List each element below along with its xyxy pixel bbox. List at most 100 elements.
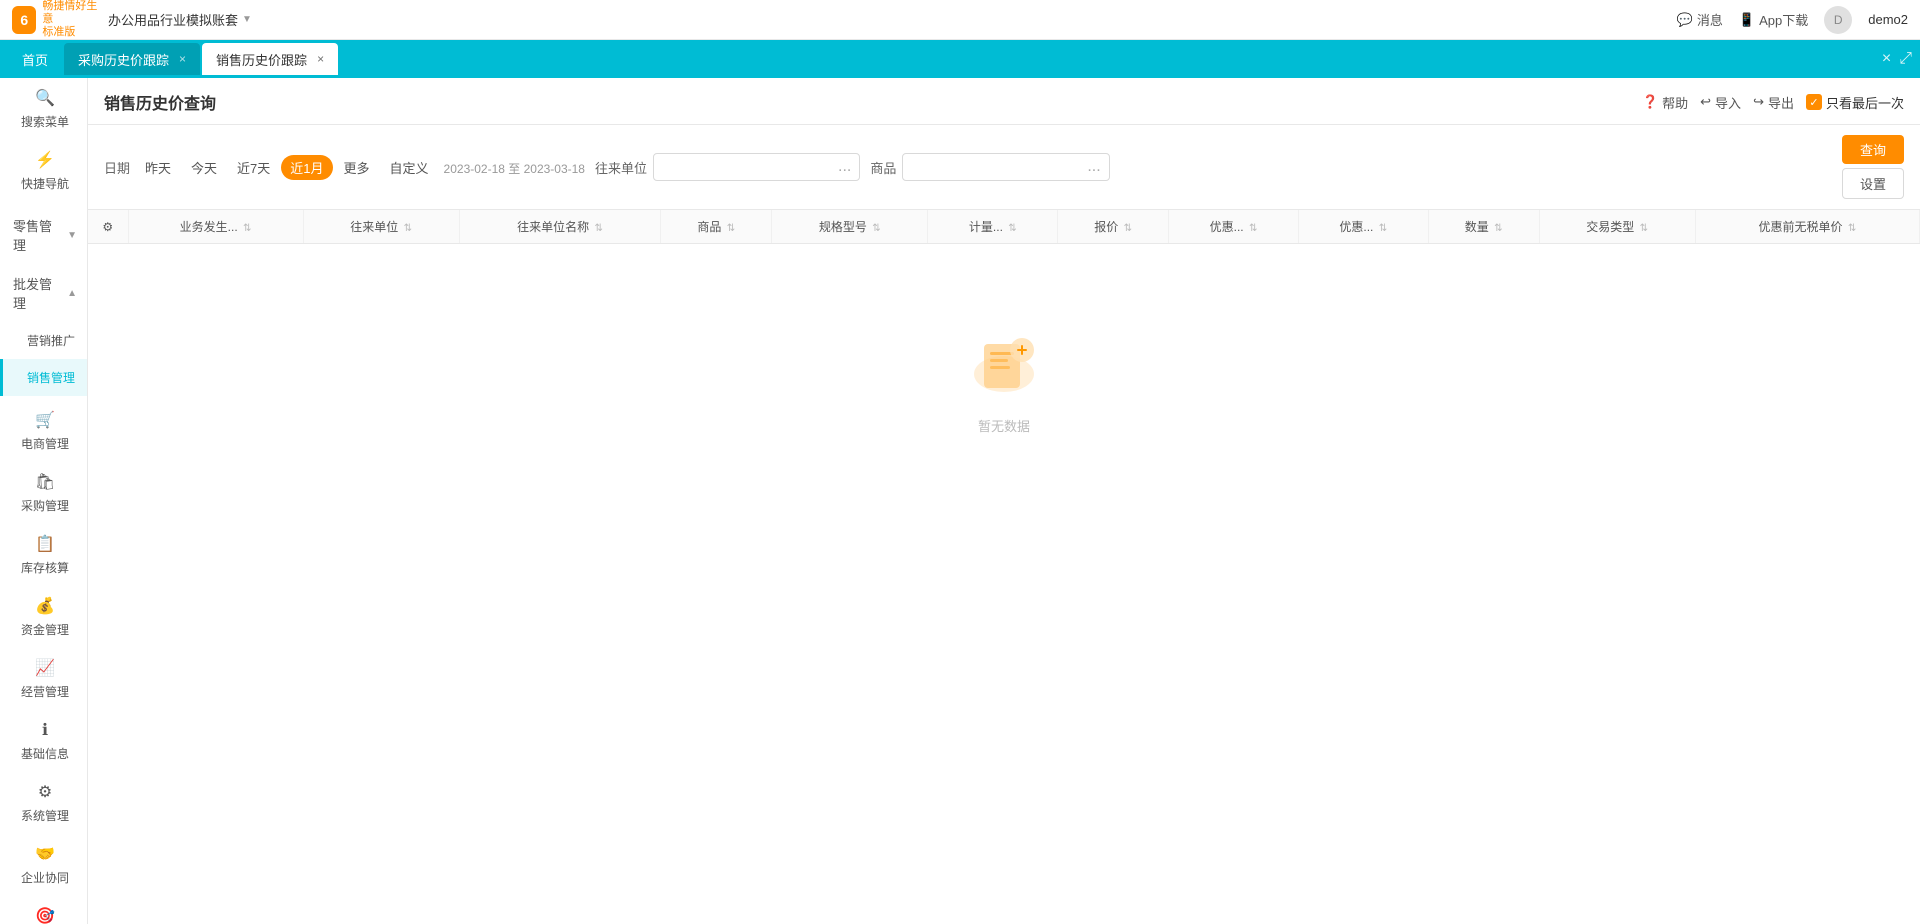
finance-icon: 💰 [35,596,55,616]
product-dots-icon[interactable]: ... [1087,158,1100,176]
import-btn[interactable]: ↩ 导入 [1700,93,1741,112]
sidebar-item-purchase[interactable]: 🛍 采购管理 [0,462,87,524]
sidebar: 🔍 搜索菜单 ⚡ 快捷导航 零售管理 ▼ 批发管理 ▲ 营销推广 销售管理 🛒 … [0,78,88,924]
date-btn-yesterday[interactable]: 昨天 [136,155,180,180]
date-btn-last7days[interactable]: 近7天 [228,155,279,180]
th-quoted-price[interactable]: 报价 ⇅ [1058,210,1169,244]
date-btn-custom[interactable]: 自定义 [381,155,438,180]
product-input[interactable] [911,160,1087,175]
app-selector-arrow-icon: ▼ [242,14,252,25]
th-spec[interactable]: 规格型号 ⇅ [772,210,928,244]
sidebar-item-retail-mgmt[interactable]: 零售管理 ▼ [0,206,87,264]
sort-discount2-icon: ⇅ [1379,223,1387,234]
empty-text: 暂无数据 [978,416,1030,435]
sidebar-item-ecommerce[interactable]: 🛒 电商管理 [0,400,87,462]
logo-area: 6 畅捷情好生意 标准版 [12,0,100,39]
sidebar-item-marketing[interactable]: 营销推广 [0,322,87,359]
sidebar-item-wholesale-mgmt[interactable]: 批发管理 ▲ [0,264,87,322]
th-pretax-price[interactable]: 优惠前无税单价 ⇅ [1695,210,1919,244]
sort-partner-name-icon: ⇅ [595,223,603,234]
app-download-icon: 📱 [1739,12,1755,28]
app-selector[interactable]: 办公用品行业模拟账套 ▼ [108,10,1669,29]
export-btn[interactable]: ↪ 导出 [1753,93,1794,112]
guide-icon: 🎯 [35,906,55,924]
tab-bar: 首页 采购历史价跟踪 × 销售历史价跟踪 × × ⤢ [0,40,1920,78]
th-tx-type[interactable]: 交易类型 ⇅ [1539,210,1695,244]
sort-pretax-price-icon: ⇅ [1848,223,1856,234]
sidebar-item-sales-mgmt[interactable]: 销售管理 [0,359,87,396]
partner-input[interactable] [662,160,838,175]
empty-state: 暂无数据 [88,244,1920,515]
th-gear[interactable]: ⚙ [88,210,128,244]
help-btn[interactable]: ❓ 帮助 [1642,93,1688,112]
sort-qty-icon: ⇅ [1494,223,1502,234]
query-button[interactable]: 查询 [1842,135,1904,164]
wholesale-mgmt-arrow-icon: ▲ [67,288,77,299]
empty-illustration [964,324,1044,404]
date-buttons: 昨天 今天 近7天 近1月 更多 自定义 [136,155,438,180]
app-download-btn[interactable]: 📱 App下载 [1739,10,1808,29]
tab-purchase-history[interactable]: 采购历史价跟踪 × [64,43,200,75]
only-last-checkbox[interactable]: ✓ [1806,94,1822,110]
sort-discount1-icon: ⇅ [1249,223,1257,234]
date-filter-label: 日期 [104,158,130,177]
page-title-row: 销售历史价查询 ❓ 帮助 ↩ 导入 ↪ 导出 ✓ [104,90,1904,114]
logo-text: 畅捷情好生意 标准版 [42,0,100,39]
content-area: 销售历史价查询 ❓ 帮助 ↩ 导入 ↪ 导出 ✓ [88,78,1920,924]
top-right-actions: 💬 消息 📱 App下载 D demo2 [1677,6,1908,34]
partner-dots-icon[interactable]: ... [838,158,851,176]
enterprise-icon: 🤝 [35,844,55,864]
tab-sales-history[interactable]: 销售历史价跟踪 × [202,43,338,75]
sidebar-item-inventory[interactable]: 📋 库存核算 [0,524,87,586]
sidebar-item-basic-info[interactable]: ℹ 基础信息 [0,710,87,772]
date-btn-more[interactable]: 更多 [335,155,379,180]
table-header-row: ⚙ 业务发生... ⇅ 往来单位 ⇅ 往来单位名称 ⇅ [88,210,1920,244]
th-partner-code[interactable]: 往来单位 ⇅ [303,210,459,244]
export-icon: ↪ [1753,94,1764,110]
sidebar-item-quick-nav[interactable]: ⚡ 快捷导航 [0,140,87,202]
tab-bar-right: × ⤢ [1882,50,1912,68]
help-icon: ❓ [1642,94,1658,110]
retail-mgmt-arrow-icon: ▼ [67,230,77,241]
sidebar-item-finance[interactable]: 💰 资金管理 [0,586,87,648]
only-last-checkbox-label[interactable]: ✓ 只看最后一次 [1806,93,1904,112]
purchase-icon: 🛍 [35,472,55,492]
partner-filter-group: 往来单位 ... [595,153,860,181]
sidebar-item-guide[interactable]: 🎯 新手引导 [0,896,87,924]
th-qty[interactable]: 数量 ⇅ [1428,210,1539,244]
operations-icon: 📈 [35,658,55,678]
sort-tx-type-icon: ⇅ [1640,223,1648,234]
sidebar-item-system[interactable]: ⚙ 系统管理 [0,772,87,834]
sort-product-icon: ⇅ [727,223,735,234]
data-table: ⚙ 业务发生... ⇅ 往来单位 ⇅ 往来单位名称 ⇅ [88,210,1920,244]
th-discount1[interactable]: 优惠... ⇅ [1169,210,1299,244]
message-icon: 💬 [1677,12,1693,28]
tab-close-all-icon[interactable]: × [1882,50,1891,68]
tab-purchase-history-close-icon[interactable]: × [179,52,186,66]
date-btn-today[interactable]: 今天 [182,155,226,180]
user-name[interactable]: demo2 [1868,12,1908,27]
filter-actions: 查询 设置 [1842,135,1904,199]
settings-button[interactable]: 设置 [1842,168,1904,199]
th-discount2[interactable]: 优惠... ⇅ [1298,210,1428,244]
tab-expand-icon[interactable]: ⤢ [1899,50,1912,68]
search-menu-icon: 🔍 [35,88,55,108]
tab-home[interactable]: 首页 [8,43,62,75]
date-range-text: 2023-02-18 至 2023-03-18 [444,160,585,177]
sidebar-item-search-menu[interactable]: 🔍 搜索菜单 [0,78,87,140]
inventory-icon: 📋 [35,534,55,554]
table-wrap: ⚙ 业务发生... ⇅ 往来单位 ⇅ 往来单位名称 ⇅ [88,210,1920,924]
quick-nav-icon: ⚡ [35,150,55,170]
th-unit[interactable]: 计量... ⇅ [928,210,1058,244]
th-biz-date[interactable]: 业务发生... ⇅ [128,210,303,244]
date-btn-last1month[interactable]: 近1月 [281,155,332,180]
tab-sales-history-close-icon[interactable]: × [317,52,324,66]
import-icon: ↩ [1700,94,1711,110]
sidebar-item-enterprise[interactable]: 🤝 企业协同 [0,834,87,896]
sidebar-item-operations[interactable]: 📈 经营管理 [0,648,87,710]
th-product[interactable]: 商品 ⇅ [661,210,772,244]
th-partner-name[interactable]: 往来单位名称 ⇅ [459,210,661,244]
message-btn[interactable]: 💬 消息 [1677,10,1723,29]
ecommerce-icon: 🛒 [35,410,55,430]
gear-icon[interactable]: ⚙ [102,220,113,234]
